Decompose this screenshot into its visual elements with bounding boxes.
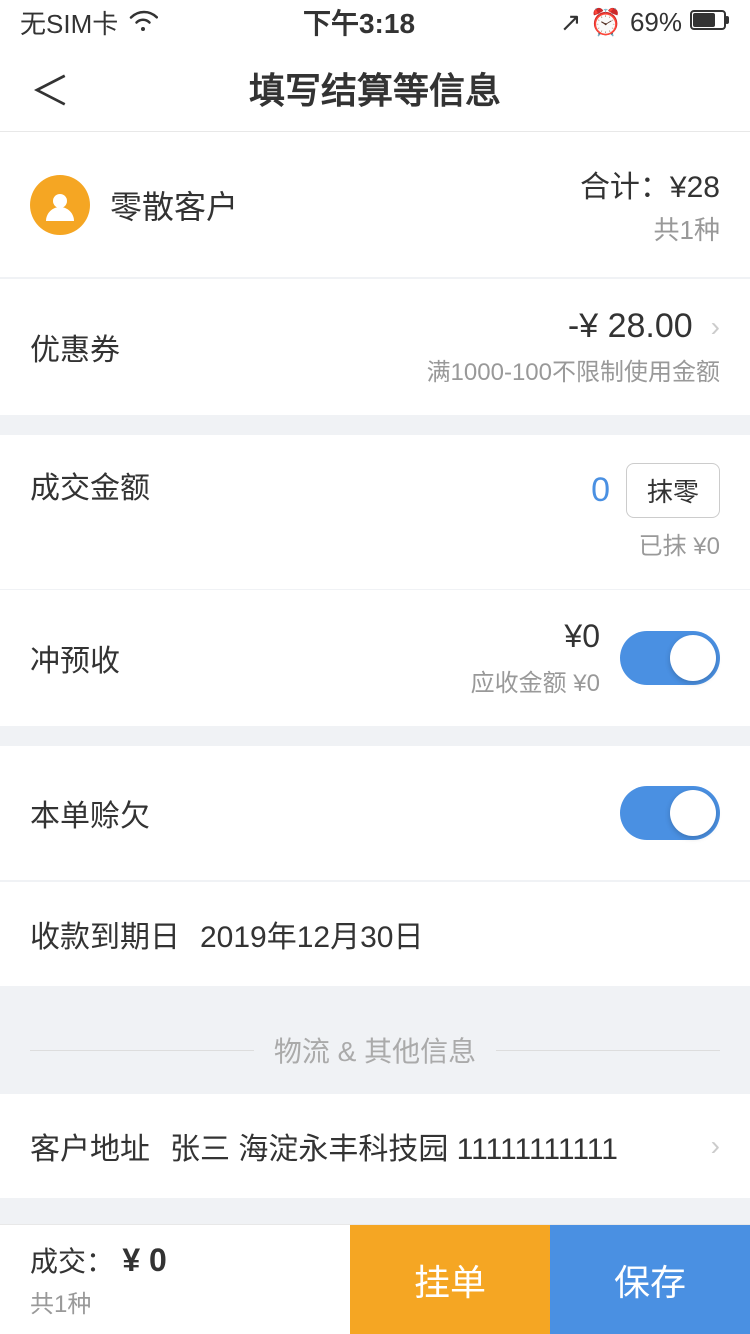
transaction-sub: 已抹 ¥0: [639, 526, 720, 561]
transaction-value[interactable]: 0: [591, 471, 610, 510]
debit-label: 本单赊欠: [30, 791, 150, 835]
coupon-right: -¥ 28.00 › 满1000-100不限制使用金额: [427, 307, 720, 387]
nav-bar: ＜ 填写结算等信息: [0, 44, 750, 132]
status-left: 无SIM卡: [20, 4, 158, 41]
toggle-knob: [670, 635, 716, 681]
battery-percent: 69%: [630, 7, 682, 38]
bottom-count: 共1种: [30, 1284, 320, 1319]
amount-input-row: 0 抹零: [591, 463, 720, 518]
save-button[interactable]: 保存: [550, 1225, 750, 1334]
logistics-line-left: [30, 1050, 254, 1051]
battery-icon: [690, 7, 730, 38]
logistics-header: 物流 & 其他信息: [0, 1006, 750, 1094]
prepayment-label: 冲预收: [30, 636, 120, 680]
sim-signal: 无SIM卡: [20, 4, 118, 41]
transaction-right: 0 抹零 已抹 ¥0: [591, 463, 720, 561]
prepayment-row: 冲预收 ¥0 应收金额 ¥0: [0, 589, 750, 726]
customer-left: 零散客户: [30, 175, 238, 235]
total-count: 共1种: [580, 210, 720, 247]
address-label: 客户地址: [30, 1124, 150, 1168]
prepayment-toggle[interactable]: [620, 631, 720, 685]
customer-name: 零散客户: [110, 182, 238, 228]
coupon-sub: 满1000-100不限制使用金额: [427, 352, 720, 387]
debit-toggle[interactable]: [620, 786, 720, 840]
bottom-deal-amount: ¥ 0: [122, 1242, 166, 1278]
section-divider-2: [0, 726, 750, 746]
due-date-row: 收款到期日 2019年12月30日: [0, 882, 750, 986]
due-date-label: 收款到期日: [30, 912, 180, 956]
section-divider-1: [0, 415, 750, 435]
status-right: ↗ ⏰ 69%: [560, 7, 730, 38]
customer-section: 零散客户 合计：¥28 共1种: [0, 132, 750, 277]
customer-right: 合计：¥28 共1种: [580, 162, 720, 247]
prepayment-sub: 应收金额 ¥0: [471, 663, 600, 698]
transaction-row: 成交金额 0 抹零 已抹 ¥0: [0, 435, 750, 589]
debit-toggle-knob: [670, 790, 716, 836]
round-button[interactable]: 抹零: [626, 463, 720, 518]
content: 零散客户 合计：¥28 共1种 优惠券 -¥ 28.00 › 满1000-100…: [0, 132, 750, 1320]
bottom-deal-label: 成交：: [30, 1246, 114, 1277]
hang-single-button[interactable]: 挂单: [350, 1225, 550, 1334]
transaction-label: 成交金额: [30, 463, 150, 507]
logistics-line-right: [496, 1050, 720, 1051]
coupon-row[interactable]: 优惠券 -¥ 28.00 › 满1000-100不限制使用金额: [0, 279, 750, 415]
location-icon: ↗: [560, 7, 582, 38]
section-divider-3: [0, 986, 750, 1006]
coupon-value: -¥ 28.00: [568, 307, 693, 346]
bottom-bar: 成交： ¥ 0 共1种 挂单 保存: [0, 1224, 750, 1334]
wifi-icon: [128, 7, 158, 38]
coupon-chevron-icon: ›: [711, 311, 720, 343]
prepayment-amount: ¥0: [564, 618, 600, 655]
divider-3: [0, 1198, 750, 1200]
prepayment-right: ¥0 应收金额 ¥0: [471, 618, 600, 698]
due-date-value[interactable]: 2019年12月30日: [200, 912, 423, 956]
logistics-title: 物流 & 其他信息: [254, 1030, 496, 1070]
address-value: 张三 海淀永丰科技园 11111111111: [170, 1124, 701, 1168]
bottom-info: 成交： ¥ 0 共1种: [0, 1240, 350, 1319]
address-chevron-icon: ›: [711, 1130, 720, 1162]
bottom-deal-row: 成交： ¥ 0: [30, 1240, 320, 1280]
alarm-icon: ⏰: [590, 7, 622, 38]
status-bar: 无SIM卡 下午3:18 ↗ ⏰ 69%: [0, 0, 750, 44]
debit-row: 本单赊欠: [0, 746, 750, 880]
status-time: 下午3:18: [303, 2, 415, 42]
customer-avatar: [30, 175, 90, 235]
address-row[interactable]: 客户地址 张三 海淀永丰科技园 11111111111 ›: [0, 1094, 750, 1198]
back-button[interactable]: ＜: [30, 59, 70, 117]
total-amount: 合计：¥28: [580, 162, 720, 206]
coupon-label: 优惠券: [30, 325, 120, 369]
page-title: 填写结算等信息: [249, 62, 501, 114]
